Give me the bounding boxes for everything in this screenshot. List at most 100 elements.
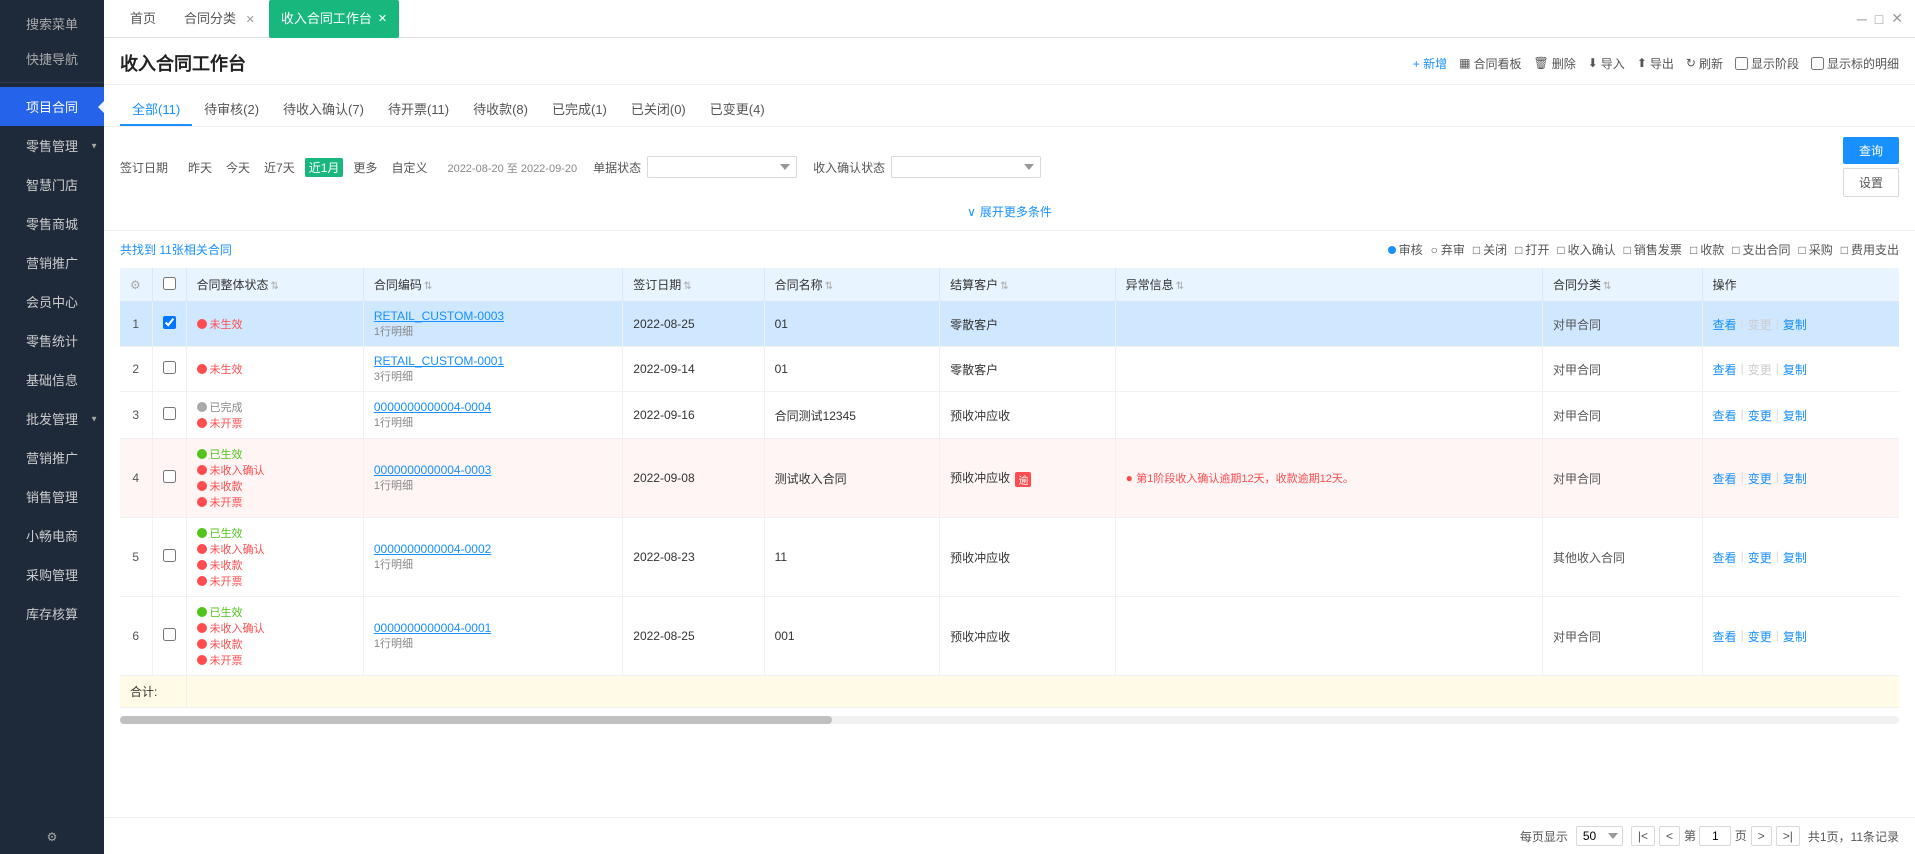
- income-confirm-select[interactable]: [891, 156, 1041, 178]
- row-select-checkbox[interactable]: [163, 628, 176, 641]
- contract-board-button[interactable]: ▦ 合同看板: [1459, 55, 1521, 72]
- filter-tab-all[interactable]: 全部(11): [120, 93, 192, 126]
- select-all-checkbox[interactable]: [163, 277, 176, 290]
- maximize-btn[interactable]: □: [1875, 11, 1883, 27]
- date-opt-yesterday[interactable]: 昨天: [184, 158, 216, 177]
- contract-link[interactable]: 0000000000004-0004: [374, 400, 491, 414]
- filter-tab-pending-review[interactable]: 待审核(2): [192, 93, 271, 126]
- contract-link[interactable]: 0000000000004-0003: [374, 463, 491, 477]
- col-settings[interactable]: ⚙: [120, 268, 152, 302]
- op-copy[interactable]: 复制: [1783, 628, 1807, 645]
- op-view[interactable]: 查看: [1713, 628, 1737, 645]
- filter-tab-pending-payment[interactable]: 待收款(8): [461, 93, 540, 126]
- action-sales-invoice[interactable]: □ 销售发票: [1624, 239, 1682, 260]
- date-opt-today[interactable]: 今天: [222, 158, 254, 177]
- op-change[interactable]: 变更: [1748, 361, 1772, 378]
- filter-tab-pending-income[interactable]: 待收入确认(7): [271, 93, 376, 126]
- tab-home[interactable]: 首页: [116, 0, 170, 38]
- set-button[interactable]: 设置: [1843, 168, 1899, 197]
- filter-tab-completed[interactable]: 已完成(1): [540, 93, 619, 126]
- row-select-checkbox[interactable]: [163, 361, 176, 374]
- tab-contract-category-close[interactable]: ✕: [246, 14, 255, 26]
- refresh-button[interactable]: ↻ 刷新: [1686, 55, 1723, 72]
- action-income-confirm[interactable]: □ 收入确认: [1557, 239, 1615, 260]
- op-change[interactable]: 变更: [1748, 628, 1772, 645]
- sidebar-nav[interactable]: 快捷导航: [0, 43, 104, 74]
- settings-icon[interactable]: ⚙: [130, 278, 141, 292]
- action-outgoing-contract[interactable]: □ 支出合同: [1732, 239, 1790, 260]
- page-input[interactable]: [1699, 826, 1731, 846]
- op-copy[interactable]: 复制: [1783, 361, 1807, 378]
- sidebar-item-marketing[interactable]: 营销推广: [0, 243, 104, 282]
- action-expense-out[interactable]: □ 费用支出: [1841, 239, 1899, 260]
- date-opt-last7[interactable]: 近7天: [260, 158, 299, 177]
- op-view[interactable]: 查看: [1713, 316, 1737, 333]
- page-next-btn[interactable]: >: [1751, 826, 1772, 846]
- sidebar-item-retail-stats[interactable]: 零售统计: [0, 321, 104, 360]
- date-opt-custom[interactable]: 自定义: [387, 158, 431, 177]
- filter-tab-pending-invoice[interactable]: 待开票(11): [376, 93, 461, 126]
- tab-contract-category[interactable]: 合同分类 ✕: [170, 0, 269, 38]
- delete-button[interactable]: 🗑 删除: [1533, 55, 1575, 72]
- sidebar-item-member[interactable]: 会员中心: [0, 282, 104, 321]
- op-change[interactable]: 变更: [1748, 316, 1772, 333]
- action-close[interactable]: □ 关闭: [1473, 239, 1507, 260]
- tab-income-workbench[interactable]: 收入合同工作台 ✕: [269, 0, 399, 38]
- sidebar-item-retail-mgmt[interactable]: 零售管理: [0, 126, 104, 165]
- export-button[interactable]: ⬆ 导出: [1637, 55, 1674, 72]
- op-change[interactable]: 变更: [1748, 407, 1772, 424]
- action-payment[interactable]: □ 收款: [1690, 239, 1724, 260]
- row-select-checkbox[interactable]: [163, 470, 176, 483]
- show-label-checkbox[interactable]: [1811, 57, 1824, 70]
- tab-income-workbench-close[interactable]: ✕: [378, 0, 387, 38]
- op-change[interactable]: 变更: [1748, 549, 1772, 566]
- minimize-btn[interactable]: ─: [1857, 11, 1867, 27]
- row-select-checkbox[interactable]: [163, 316, 176, 329]
- sidebar-item-marketing2[interactable]: 营销推广: [0, 438, 104, 477]
- query-button[interactable]: 查询: [1843, 137, 1899, 164]
- sidebar-item-sales-mgmt[interactable]: 销售管理: [0, 477, 104, 516]
- sidebar-item-inventory[interactable]: 库存核算: [0, 594, 104, 633]
- action-open[interactable]: □ 打开: [1515, 239, 1549, 260]
- op-copy[interactable]: 复制: [1783, 316, 1807, 333]
- sidebar-search[interactable]: 搜索菜单: [0, 0, 104, 43]
- date-opt-more[interactable]: 更多: [349, 158, 381, 177]
- op-view[interactable]: 查看: [1713, 361, 1737, 378]
- scrollbar-thumb[interactable]: [120, 716, 832, 724]
- page-size-select[interactable]: 20 50 100: [1576, 826, 1623, 846]
- op-change[interactable]: 变更: [1748, 470, 1772, 487]
- op-view[interactable]: 查看: [1713, 407, 1737, 424]
- page-prev-btn[interactable]: <: [1659, 826, 1680, 846]
- horizontal-scrollbar[interactable]: [120, 716, 1899, 724]
- contract-link[interactable]: 0000000000004-0001: [374, 621, 491, 635]
- sidebar-item-purchase[interactable]: 采购管理: [0, 555, 104, 594]
- op-copy[interactable]: 复制: [1783, 407, 1807, 424]
- sidebar-settings[interactable]: ⚙: [0, 820, 104, 854]
- row-select-checkbox[interactable]: [163, 549, 176, 562]
- op-copy[interactable]: 复制: [1783, 470, 1807, 487]
- sidebar-item-basic-info[interactable]: 基础信息: [0, 360, 104, 399]
- contract-link[interactable]: 0000000000004-0002: [374, 542, 491, 556]
- op-view[interactable]: 查看: [1713, 470, 1737, 487]
- row-select-checkbox[interactable]: [163, 407, 176, 420]
- date-opt-last1month[interactable]: 近1月: [305, 158, 344, 177]
- filter-tab-changed[interactable]: 已变更(4): [698, 93, 777, 126]
- sidebar-item-smart-store[interactable]: 智慧门店: [0, 165, 104, 204]
- sidebar-item-xiaochang[interactable]: 小畅电商: [0, 516, 104, 555]
- contract-link[interactable]: RETAIL_CUSTOM-0001: [374, 354, 504, 368]
- action-abandon[interactable]: ○ 弃审: [1431, 239, 1465, 260]
- new-button[interactable]: + 新增: [1413, 55, 1447, 72]
- page-last-btn[interactable]: >|: [1776, 826, 1800, 846]
- action-review[interactable]: 审核: [1388, 239, 1423, 260]
- show-fields-checkbox[interactable]: [1735, 57, 1748, 70]
- sidebar-item-batch-mgmt[interactable]: 批发管理: [0, 399, 104, 438]
- import-button[interactable]: ⬇ 导入: [1588, 55, 1625, 72]
- op-copy[interactable]: 复制: [1783, 549, 1807, 566]
- action-purchase[interactable]: □ 采购: [1798, 239, 1832, 260]
- doc-status-select[interactable]: [647, 156, 797, 178]
- close-btn-window[interactable]: ✕: [1891, 10, 1903, 27]
- page-first-btn[interactable]: |<: [1631, 826, 1655, 846]
- filter-tab-closed[interactable]: 已关闭(0): [619, 93, 698, 126]
- op-view[interactable]: 查看: [1713, 549, 1737, 566]
- expand-conditions-btn[interactable]: ∨ 展开更多条件: [120, 203, 1899, 220]
